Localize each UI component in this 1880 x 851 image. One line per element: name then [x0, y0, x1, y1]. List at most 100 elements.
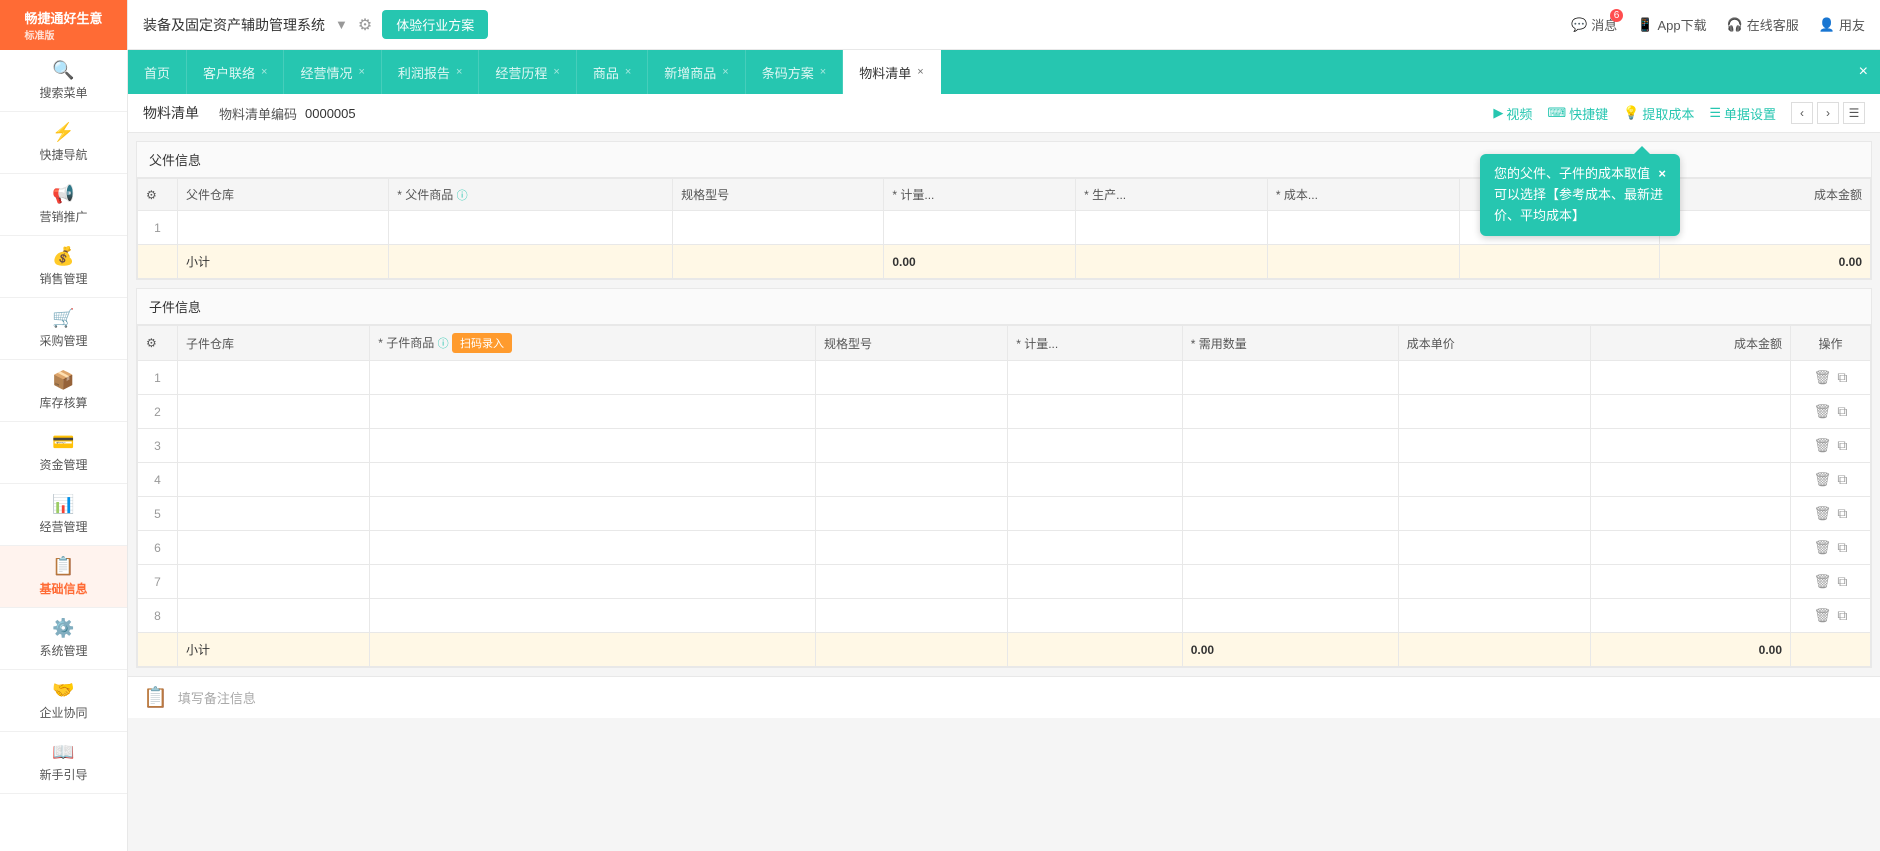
parent-col-gear[interactable]: ⚙ — [138, 179, 178, 211]
child-warehouse-cell[interactable] — [178, 429, 370, 463]
nav-tab-bom[interactable]: 物料清单 × — [843, 50, 940, 94]
sidebar-item-inventory[interactable]: 📦库存核算 — [0, 360, 127, 422]
tab-close-operation_history[interactable]: × — [553, 66, 559, 78]
child-warehouse-cell[interactable] — [178, 531, 370, 565]
child-col-gear[interactable]: ⚙ — [138, 326, 178, 361]
video-btn[interactable]: ▶ 视频 — [1493, 104, 1532, 123]
parent-goods-cell[interactable] — [389, 211, 673, 245]
sidebar-item-finance[interactable]: 💳资金管理 — [0, 422, 127, 484]
child-unit-cell[interactable] — [1008, 463, 1183, 497]
child-warehouse-cell[interactable] — [178, 565, 370, 599]
scan-btn[interactable]: 扫码录入 — [452, 333, 512, 353]
child-quantity-cell[interactable] — [1182, 395, 1398, 429]
child-unit-cost-cell[interactable] — [1398, 497, 1590, 531]
dropdown-icon[interactable]: ▼ — [335, 17, 348, 32]
sidebar-item-marketing[interactable]: 📢营销推广 — [0, 174, 127, 236]
parent-warehouse-cell[interactable] — [178, 211, 389, 245]
child-unit-cell[interactable] — [1008, 429, 1183, 463]
child-unit-cell[interactable] — [1008, 531, 1183, 565]
child-cost-amount-cell[interactable] — [1591, 599, 1791, 633]
close-all-tabs-btn[interactable]: × — [1847, 50, 1880, 94]
child-goods-cell[interactable] — [370, 531, 816, 565]
child-unit-cell[interactable] — [1008, 497, 1183, 531]
child-quantity-cell[interactable] — [1182, 599, 1398, 633]
delete-icon[interactable]: 🗑 — [1814, 539, 1832, 556]
child-cost-amount-cell[interactable] — [1591, 429, 1791, 463]
sidebar-item-purchase[interactable]: 🛒采购管理 — [0, 298, 127, 360]
sidebar-item-guide[interactable]: 📖新手引导 — [0, 732, 127, 794]
copy-icon[interactable]: ⧉ — [1837, 403, 1847, 420]
experience-btn[interactable]: 体验行业方案 — [382, 10, 488, 39]
copy-icon[interactable]: ⧉ — [1837, 471, 1847, 488]
nav-tab-home[interactable]: 首页 — [128, 50, 187, 94]
child-warehouse-cell[interactable] — [178, 497, 370, 531]
child-spec-cell[interactable] — [815, 429, 1007, 463]
nav-tab-goods[interactable]: 商品 × — [577, 50, 648, 94]
child-quantity-cell[interactable] — [1182, 463, 1398, 497]
child-warehouse-cell[interactable] — [178, 599, 370, 633]
parent-production-cell[interactable] — [1076, 211, 1268, 245]
gear-settings-icon[interactable]: ⚙ — [358, 15, 372, 35]
tab-close-profit_report[interactable]: × — [456, 66, 462, 78]
child-spec-cell[interactable] — [815, 565, 1007, 599]
child-spec-cell[interactable] — [815, 395, 1007, 429]
nav-tab-barcode[interactable]: 条码方案 × — [746, 50, 843, 94]
child-goods-cell[interactable] — [370, 361, 816, 395]
delete-icon[interactable]: 🗑 — [1814, 437, 1832, 454]
child-spec-cell[interactable] — [815, 497, 1007, 531]
child-cost-amount-cell[interactable] — [1591, 395, 1791, 429]
child-quantity-cell[interactable] — [1182, 429, 1398, 463]
parent-spec-cell[interactable] — [673, 211, 884, 245]
delete-icon[interactable]: 🗑 — [1814, 505, 1832, 522]
note-icon[interactable]: 📋 — [143, 685, 168, 710]
child-cost-amount-cell[interactable] — [1591, 531, 1791, 565]
delete-icon[interactable]: 🗑 — [1814, 403, 1832, 420]
nav-tab-new_goods[interactable]: 新增商品 × — [648, 50, 745, 94]
child-cost-amount-cell[interactable] — [1591, 565, 1791, 599]
child-spec-cell[interactable] — [815, 463, 1007, 497]
tab-close-goods[interactable]: × — [625, 66, 631, 78]
child-goods-cell[interactable] — [370, 599, 816, 633]
child-quantity-cell[interactable] — [1182, 565, 1398, 599]
nav-tab-customer[interactable]: 客户联络 × — [187, 50, 284, 94]
child-unit-cost-cell[interactable] — [1398, 395, 1590, 429]
parent-cost-cell[interactable] — [1267, 211, 1459, 245]
copy-icon[interactable]: ⧉ — [1837, 437, 1847, 454]
extract-cost-btn[interactable]: 💡 提取成本 — [1623, 104, 1694, 123]
tab-close-bom[interactable]: × — [917, 66, 923, 78]
copy-icon[interactable]: ⧉ — [1837, 369, 1847, 386]
tab-close-new_goods[interactable]: × — [722, 66, 728, 78]
child-unit-cell[interactable] — [1008, 599, 1183, 633]
tab-close-customer[interactable]: × — [261, 66, 267, 78]
child-warehouse-cell[interactable] — [178, 361, 370, 395]
message-btn[interactable]: 💬 消息 6 — [1571, 15, 1617, 34]
copy-icon[interactable]: ⧉ — [1837, 607, 1847, 624]
delete-icon[interactable]: 🗑 — [1814, 573, 1832, 590]
child-cost-amount-cell[interactable] — [1591, 497, 1791, 531]
sidebar-item-system[interactable]: ⚙️系统管理 — [0, 608, 127, 670]
child-unit-cell[interactable] — [1008, 565, 1183, 599]
child-quantity-cell[interactable] — [1182, 497, 1398, 531]
child-unit-cost-cell[interactable] — [1398, 565, 1590, 599]
copy-icon[interactable]: ⧉ — [1837, 573, 1847, 590]
sidebar-item-enterprise[interactable]: 🤝企业协同 — [0, 670, 127, 732]
single-settings-btn[interactable]: ☰ 单据设置 — [1709, 104, 1776, 123]
child-unit-cost-cell[interactable] — [1398, 361, 1590, 395]
list-view-btn[interactable]: ☰ — [1843, 102, 1865, 124]
next-arrow[interactable]: › — [1817, 102, 1839, 124]
delete-icon[interactable]: 🗑 — [1814, 607, 1832, 624]
delete-icon[interactable]: 🗑 — [1814, 471, 1832, 488]
tab-close-operation_status[interactable]: × — [358, 66, 364, 78]
child-quantity-cell[interactable] — [1182, 531, 1398, 565]
nav-tab-profit_report[interactable]: 利润报告 × — [382, 50, 479, 94]
parent-cost-amount-cell[interactable] — [1659, 211, 1870, 245]
copy-icon[interactable]: ⧉ — [1837, 539, 1847, 556]
child-cost-amount-cell[interactable] — [1591, 463, 1791, 497]
copy-icon[interactable]: ⧉ — [1837, 505, 1847, 522]
child-unit-cell[interactable] — [1008, 395, 1183, 429]
sidebar-item-operation[interactable]: 📊经营管理 — [0, 484, 127, 546]
child-warehouse-cell[interactable] — [178, 463, 370, 497]
child-spec-cell[interactable] — [815, 531, 1007, 565]
sidebar-item-quicknav[interactable]: ⚡快捷导航 — [0, 112, 127, 174]
child-quantity-cell[interactable] — [1182, 361, 1398, 395]
